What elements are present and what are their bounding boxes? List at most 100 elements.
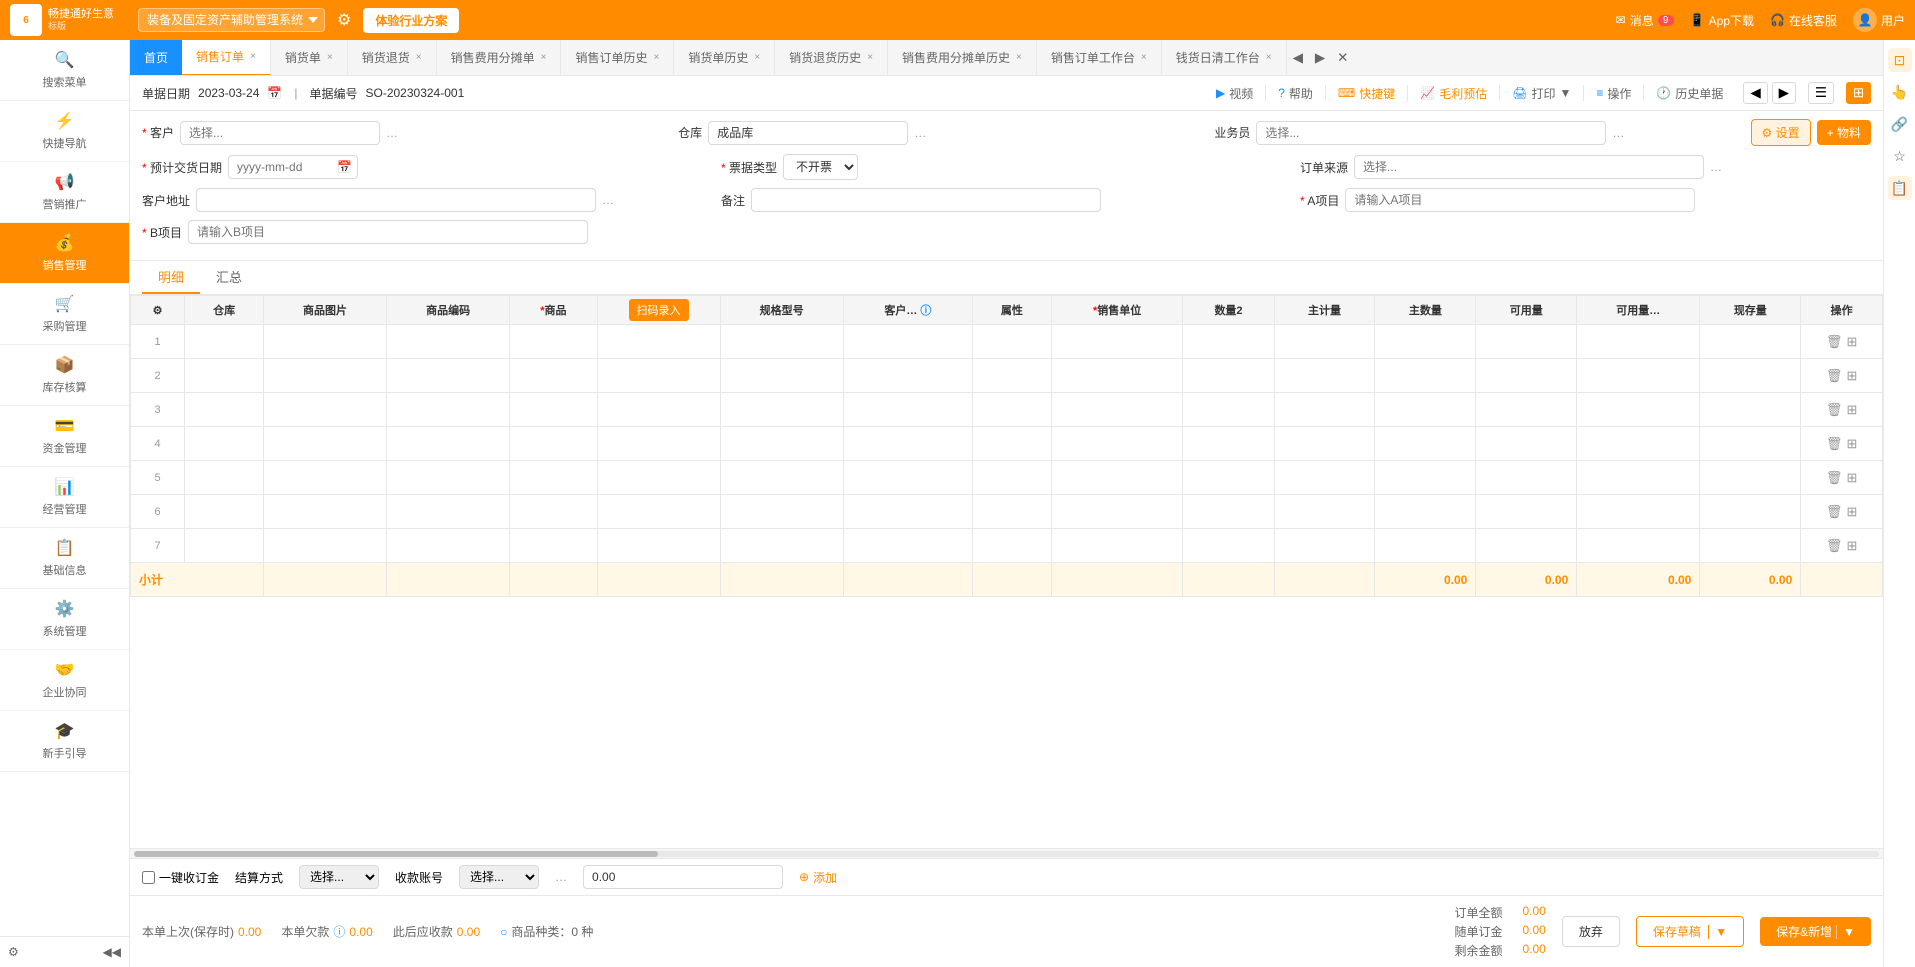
settlement-select[interactable]: 选择... <box>299 865 379 889</box>
row3-qty2[interactable] <box>1183 393 1274 427</box>
row2-attribute[interactable] <box>973 359 1052 393</box>
row6-code[interactable] <box>387 495 510 529</box>
row5-available[interactable] <box>1476 461 1577 495</box>
view-btn[interactable]: ▶ 视频 <box>1216 85 1253 102</box>
row4-unit[interactable] <box>1051 427 1183 461</box>
row5-product[interactable] <box>510 461 597 495</box>
system-select[interactable]: 装备及固定资产辅助管理系统 <box>138 8 325 32</box>
row4-copy-icon[interactable]: ⊞ <box>1846 436 1857 452</box>
row5-available-more[interactable] <box>1577 461 1700 495</box>
add-material-btn[interactable]: + 物料 <box>1817 120 1871 145</box>
row2-warehouse[interactable] <box>185 359 264 393</box>
customer-address-input[interactable] <box>196 188 596 212</box>
b-project-input[interactable] <box>188 220 588 244</box>
tab-sales-order[interactable]: 销售订单 × <box>182 40 271 76</box>
customer-input[interactable] <box>180 121 380 145</box>
warehouse-more-btn[interactable]: … <box>914 126 926 140</box>
row1-main-unit[interactable] <box>1274 325 1375 359</box>
profit-btn[interactable]: 📈 毛利预估 <box>1420 85 1487 102</box>
row3-copy-icon[interactable]: ⊞ <box>1846 402 1857 418</box>
sidebar-item-inventory[interactable]: 📦 库存核算 <box>0 345 129 406</box>
settings-bottom-icon[interactable]: ⚙ <box>8 945 19 959</box>
row2-main-unit[interactable] <box>1274 359 1375 393</box>
row1-customer-code[interactable] <box>843 325 972 359</box>
delivery-date-input[interactable] <box>228 155 358 179</box>
save-draft-btn[interactable]: 保存草稿 ▼ <box>1636 916 1744 947</box>
row5-delete-icon[interactable]: 🗑 <box>1826 470 1843 486</box>
row2-available[interactable] <box>1476 359 1577 393</box>
tab-home[interactable]: 首页 <box>130 40 182 76</box>
row4-qty2[interactable] <box>1183 427 1274 461</box>
tab-close-sales-return[interactable]: × <box>327 52 333 63</box>
row6-copy-icon[interactable]: ⊞ <box>1846 504 1857 520</box>
row7-code[interactable] <box>387 529 510 563</box>
sidebar-item-guide[interactable]: 🎓 新手引导 <box>0 711 129 772</box>
row3-spec[interactable] <box>720 393 843 427</box>
row1-code[interactable] <box>387 325 510 359</box>
row4-attribute[interactable] <box>973 427 1052 461</box>
scan-btn[interactable]: 扫码录入 <box>629 299 689 321</box>
row7-customer-code[interactable] <box>843 529 972 563</box>
row4-customer-code[interactable] <box>843 427 972 461</box>
row4-product[interactable] <box>510 427 597 461</box>
row1-spec[interactable] <box>720 325 843 359</box>
tab-sales-return-history[interactable]: 销货单历史 × <box>674 40 775 76</box>
scrollbar-thumb[interactable] <box>134 851 658 857</box>
row2-customer-code[interactable] <box>843 359 972 393</box>
row3-available-more[interactable] <box>1577 393 1700 427</box>
right-icon-star[interactable]: ☆ <box>1888 144 1912 168</box>
row5-main-unit[interactable] <box>1274 461 1375 495</box>
sidebar-item-operations[interactable]: 📊 经营管理 <box>0 467 129 528</box>
row6-available-more[interactable] <box>1577 495 1700 529</box>
row4-warehouse[interactable] <box>185 427 264 461</box>
user-btn[interactable]: 👤 用户 <box>1853 8 1905 32</box>
tab-close-order-history[interactable]: × <box>653 52 659 63</box>
sidebar-item-finance[interactable]: 💳 资金管理 <box>0 406 129 467</box>
operation-btn[interactable]: ≡ 操作 <box>1596 85 1631 102</box>
history-btn[interactable]: 🕐 历史单据 <box>1656 85 1723 102</box>
row1-copy-icon[interactable]: ⊞ <box>1846 334 1857 350</box>
app-download-btn[interactable]: 📱 App下载 <box>1690 12 1754 29</box>
row5-attribute[interactable] <box>973 461 1052 495</box>
row3-attribute[interactable] <box>973 393 1052 427</box>
right-icon-orange1[interactable]: ⊡ <box>1888 48 1912 72</box>
row5-copy-icon[interactable]: ⊞ <box>1846 470 1857 486</box>
row6-main-unit[interactable] <box>1274 495 1375 529</box>
row3-scan[interactable] <box>597 393 720 427</box>
row6-attribute[interactable] <box>973 495 1052 529</box>
row2-unit[interactable] <box>1051 359 1183 393</box>
tab-next-btn[interactable]: ▶ <box>1309 40 1331 76</box>
tab-sales-refund-history[interactable]: 销货退货历史 × <box>775 40 888 76</box>
shortcut-btn[interactable]: ⌨ 快捷键 <box>1338 85 1395 102</box>
row1-delete-icon[interactable]: 🗑 <box>1826 334 1843 350</box>
row3-code[interactable] <box>387 393 510 427</box>
row4-available-more[interactable] <box>1577 427 1700 461</box>
row1-available[interactable] <box>1476 325 1577 359</box>
row7-available[interactable] <box>1476 529 1577 563</box>
right-icon-link[interactable]: 🔗 <box>1888 112 1912 136</box>
row3-customer-code[interactable] <box>843 393 972 427</box>
tab-close-sales-refund[interactable]: × <box>416 52 422 63</box>
th-scan[interactable]: 扫码录入 <box>597 296 720 325</box>
receipt-amount-input[interactable] <box>583 865 783 889</box>
discard-btn[interactable]: 放弃 <box>1562 916 1620 947</box>
row1-attribute[interactable] <box>973 325 1052 359</box>
row7-main-unit[interactable] <box>1274 529 1375 563</box>
row6-spec[interactable] <box>720 495 843 529</box>
row7-qty2[interactable] <box>1183 529 1274 563</box>
row1-unit[interactable] <box>1051 325 1183 359</box>
invoice-type-select[interactable]: 不开票 <box>783 154 858 180</box>
right-icon-orange2[interactable]: 📋 <box>1888 176 1912 200</box>
tab-close-sales-order[interactable]: × <box>250 51 256 62</box>
tab-sales-fee-history[interactable]: 销售费用分摊单历史 × <box>888 40 1037 76</box>
settings-btn[interactable]: ⚙ 设置 <box>1751 119 1811 146</box>
save-new-btn[interactable]: 保存&新增 ▼ <box>1760 917 1871 946</box>
row4-main-qty[interactable] <box>1375 427 1476 461</box>
save-new-arrow[interactable]: ▼ <box>1836 925 1855 939</box>
row5-unit[interactable] <box>1051 461 1183 495</box>
sidebar-item-sales[interactable]: 💰 销售管理 <box>0 223 129 284</box>
row7-copy-icon[interactable]: ⊞ <box>1846 538 1857 554</box>
row2-stock[interactable] <box>1700 359 1801 393</box>
info-icon[interactable]: ⓘ <box>920 305 931 317</box>
row4-spec[interactable] <box>720 427 843 461</box>
